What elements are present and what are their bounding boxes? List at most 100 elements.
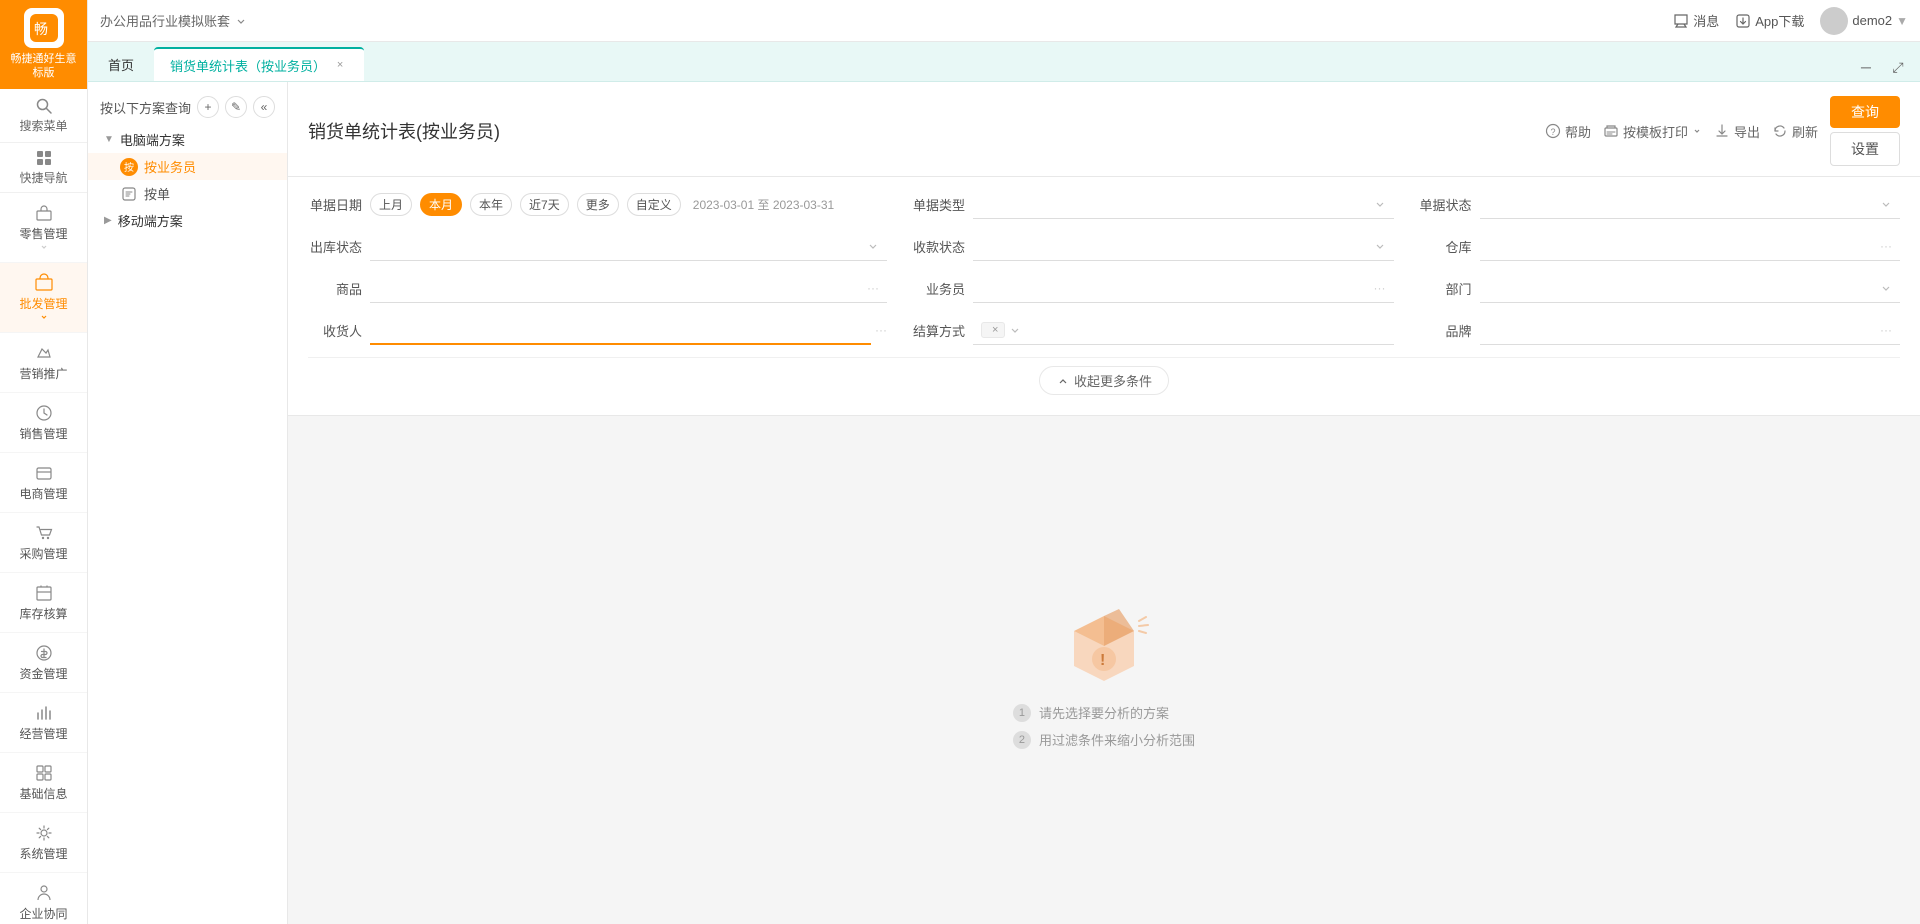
panel-header-actions: + ✎ « xyxy=(197,96,275,118)
empty-tips: 1 请先选择要分析的方案 2 用过滤条件来缩小分析范围 xyxy=(1013,703,1195,749)
settings-button[interactable]: 设置 xyxy=(1830,132,1900,166)
page-title: 销货单统计表(按业务员) xyxy=(308,118,500,144)
tab-close-icon[interactable]: × xyxy=(332,57,348,73)
query-button[interactable]: 查询 xyxy=(1830,96,1900,128)
panel-add-btn[interactable]: + xyxy=(197,96,219,118)
date-range: 2023-03-01 至 2023-03-31 xyxy=(693,196,834,213)
goods-dots[interactable]: ··· xyxy=(867,281,879,295)
date-btn-current-year[interactable]: 本年 xyxy=(470,193,512,216)
salesperson-input[interactable]: ··· xyxy=(973,273,1394,303)
date-btn-last-month[interactable]: 上月 xyxy=(370,193,412,216)
page-actions: ? 帮助 按模板打印 导出 刷新 xyxy=(1545,96,1900,166)
app-download-label: App下载 xyxy=(1755,11,1804,30)
topbar-right: 消息 App下载 demo2 ▼ xyxy=(1673,7,1908,35)
page-header: 销货单统计表(按业务员) ? 帮助 按模板打印 导出 xyxy=(288,82,1920,177)
filter-receipt-status: 收款状态 xyxy=(911,231,1394,261)
recipient-input[interactable] xyxy=(370,315,871,345)
template-print-btn[interactable]: 按模板打印 xyxy=(1603,122,1702,141)
sidebar-quick-nav-label: 快捷导航 xyxy=(19,169,67,186)
date-btn-last-7-days[interactable]: 近7天 xyxy=(520,193,569,216)
data-area: ! 1 请先选择要分析的方案 2 用过滤条件来缩小分析范围 xyxy=(288,416,1920,924)
out-status-select[interactable] xyxy=(370,231,887,261)
right-panel: 销货单统计表(按业务员) ? 帮助 按模板打印 导出 xyxy=(288,82,1920,924)
filter-row-4: 收货人 ··· 结算方式 × xyxy=(308,315,1900,345)
receipt-status-label: 收款状态 xyxy=(911,237,965,256)
sidebar-item-finance[interactable]: 资金管理 xyxy=(0,633,87,693)
department-select[interactable] xyxy=(1480,273,1901,303)
refresh-btn[interactable]: 刷新 xyxy=(1772,122,1818,141)
filter-doc-status: 单据状态 xyxy=(1418,189,1901,219)
topbar-left: 办公用品行业模拟账套 xyxy=(100,11,1665,30)
panel-edit-btn[interactable]: ✎ xyxy=(225,96,247,118)
warehouse-dots[interactable]: ··· xyxy=(1880,239,1892,253)
app-download-btn[interactable]: App下载 xyxy=(1735,11,1804,30)
settlement-tag-close[interactable]: × xyxy=(992,324,998,336)
filter-goods: 商品 ··· xyxy=(308,273,887,303)
tab-minimize-btn[interactable]: ─ xyxy=(1852,53,1880,81)
svg-text:!: ! xyxy=(1100,652,1105,669)
tab-home-label: 首页 xyxy=(108,55,134,74)
sidebar-item-sales[interactable]: 销售管理 xyxy=(0,393,87,453)
help-btn[interactable]: ? 帮助 xyxy=(1545,122,1591,141)
user-area[interactable]: demo2 ▼ xyxy=(1820,7,1908,35)
tab-sales-stat[interactable]: 销货单统计表（按业务员） × xyxy=(154,47,364,81)
out-status-label: 出库状态 xyxy=(308,237,362,256)
sidebar-item-purchase[interactable]: 采购管理 xyxy=(0,513,87,573)
filter-out-status: 出库状态 xyxy=(308,231,887,261)
tree-item-pc-label: 电脑端方案 xyxy=(120,130,185,149)
tree-item-mobile[interactable]: ▶ 移动端方案 xyxy=(88,207,287,234)
filter-doc-type: 单据类型 xyxy=(911,189,1394,219)
app-selector[interactable]: 办公用品行业模拟账套 xyxy=(100,11,248,30)
salesperson-dots[interactable]: ··· xyxy=(1374,281,1386,295)
collapse-button[interactable]: 收起更多条件 xyxy=(1039,366,1169,395)
app-selector-label: 办公用品行业模拟账套 xyxy=(100,11,230,30)
messages-btn[interactable]: 消息 xyxy=(1673,11,1719,30)
logo-area[interactable]: 畅 畅捷通好生意 标版 xyxy=(0,0,87,89)
date-btn-custom[interactable]: 自定义 xyxy=(627,193,681,216)
export-btn[interactable]: 导出 xyxy=(1714,122,1760,141)
sidebar-item-basic[interactable]: 基础信息 xyxy=(0,753,87,813)
sidebar-item-inventory-label: 库存核算 xyxy=(19,605,67,622)
sidebar-item-enterprise[interactable]: 企业协同 xyxy=(0,873,87,924)
tree-item-salesperson[interactable]: 按 按业务员 xyxy=(88,153,287,180)
doc-status-select[interactable] xyxy=(1480,189,1901,219)
sidebar-search[interactable]: 搜索菜单 xyxy=(0,89,87,143)
tree-item-pc[interactable]: ▼ 电脑端方案 xyxy=(88,126,287,153)
brand-input[interactable]: ··· xyxy=(1480,315,1901,345)
date-btn-more[interactable]: 更多 xyxy=(577,193,619,216)
tree-arrow-icon: ▼ xyxy=(104,134,114,145)
brand-dots[interactable]: ··· xyxy=(1880,323,1892,337)
topbar: 办公用品行业模拟账套 消息 App下载 demo2 ▼ xyxy=(88,0,1920,42)
empty-tip-1: 1 请先选择要分析的方案 xyxy=(1013,703,1195,722)
sidebar-item-basic-label: 基础信息 xyxy=(19,785,67,802)
date-btn-current-month[interactable]: 本月 xyxy=(420,193,462,216)
receipt-status-select[interactable] xyxy=(973,231,1394,261)
empty-state: ! 1 请先选择要分析的方案 2 用过滤条件来缩小分析范围 xyxy=(1013,591,1195,749)
sidebar-item-wholesale-label: 批发管理 xyxy=(19,295,67,312)
sidebar-item-marketing[interactable]: 营销推广 xyxy=(0,333,87,393)
doc-type-select[interactable] xyxy=(973,189,1394,219)
recipient-dots[interactable]: ··· xyxy=(875,323,887,337)
sidebar-item-operations[interactable]: 经营管理 xyxy=(0,693,87,753)
sidebar-quick-nav[interactable]: 快捷导航 xyxy=(0,143,87,193)
tab-home[interactable]: 首页 xyxy=(92,47,150,81)
settlement-select[interactable]: × xyxy=(973,315,1394,345)
tab-maximize-btn[interactable]: ⤢ xyxy=(1884,53,1912,81)
panel-collapse-btn[interactable]: « xyxy=(253,96,275,118)
sidebar-item-retail[interactable]: 零售管理 xyxy=(0,193,87,263)
goods-input[interactable]: ··· xyxy=(370,273,887,303)
sidebar-item-system[interactable]: 系统管理 xyxy=(0,813,87,873)
filter-recipient: 收货人 ··· xyxy=(308,315,887,345)
sidebar-item-inventory[interactable]: 库存核算 xyxy=(0,573,87,633)
sidebar-item-ecommerce[interactable]: 电商管理 xyxy=(0,453,87,513)
settlement-label: 结算方式 xyxy=(911,321,965,340)
collapse-label: 收起更多条件 xyxy=(1074,371,1152,390)
salesperson-label: 业务员 xyxy=(911,279,965,298)
warehouse-input[interactable]: ··· xyxy=(1480,231,1901,261)
sidebar-item-wholesale[interactable]: 批发管理 xyxy=(0,263,87,333)
filter-row-2: 出库状态 收款状态 xyxy=(308,231,1900,261)
logo-icon: 畅 xyxy=(24,8,64,48)
date-filter: 上月 本月 本年 近7天 更多 自定义 2023-03-01 至 2023-03… xyxy=(370,193,834,216)
empty-icon: ! xyxy=(1054,591,1154,691)
tree-item-order[interactable]: 按单 xyxy=(88,180,287,207)
